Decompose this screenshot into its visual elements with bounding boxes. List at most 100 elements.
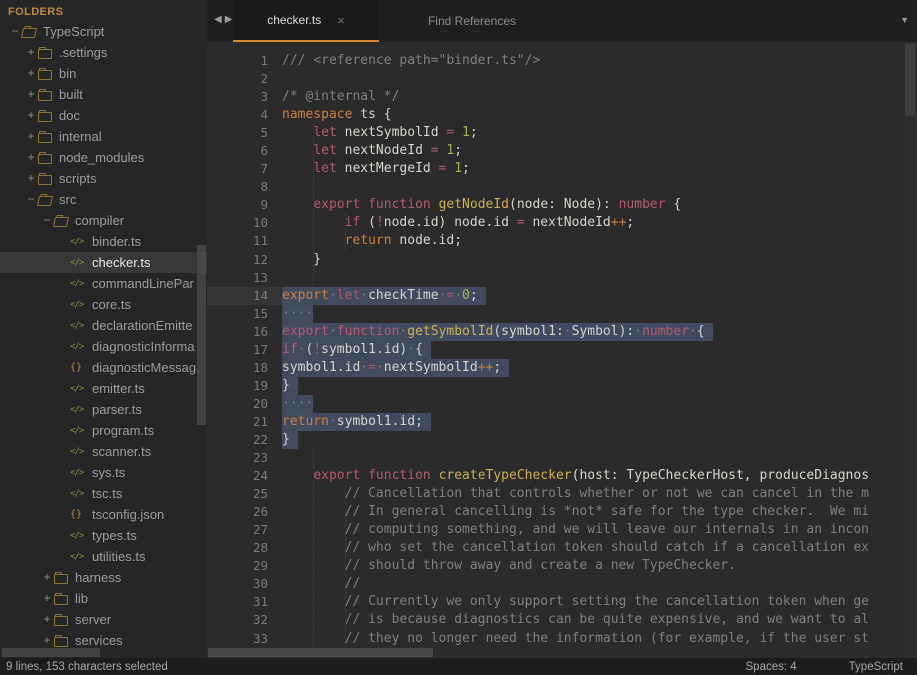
tree-item-lib[interactable]: +lib	[0, 588, 207, 609]
tree-item-tsconfig-json[interactable]: {}tsconfig.json	[0, 504, 207, 525]
line-number[interactable]: 32	[207, 611, 282, 629]
code-line-17[interactable]: 17if·(!symbol1.id)·{	[207, 341, 917, 359]
tree-item-internal[interactable]: +internal	[0, 126, 207, 147]
code-line-2[interactable]: 2	[207, 70, 917, 88]
editor[interactable]: 1/// <reference path="binder.ts"/>23/* @…	[207, 42, 917, 658]
tree-item-parser-ts[interactable]: </>parser.ts	[0, 399, 207, 420]
indent-settings-button[interactable]: Spaces: 4	[746, 661, 797, 673]
tree-item-binder-ts[interactable]: </>binder.ts	[0, 231, 207, 252]
tree-item-utilities-ts[interactable]: </>utilities.ts	[0, 546, 207, 567]
line-number[interactable]: 16	[207, 323, 282, 341]
code-line-13[interactable]: 13	[207, 269, 917, 287]
code-line-20[interactable]: 20····	[207, 395, 917, 413]
code-line-16[interactable]: 16export·function·getSymbolId(symbol1:·S…	[207, 323, 917, 341]
expander-icon[interactable]: +	[40, 609, 54, 630]
expander-icon[interactable]: +	[40, 567, 54, 588]
line-number[interactable]: 11	[207, 232, 282, 250]
expander-icon[interactable]: −	[24, 189, 38, 210]
tree-item-typescript[interactable]: −TypeScript	[0, 21, 207, 42]
code-line-26[interactable]: 26 // In general cancelling is *not* saf…	[207, 503, 917, 521]
code-line-18[interactable]: 18symbol1.id·=·nextSymbolId++;	[207, 359, 917, 377]
tree-item-types-ts[interactable]: </>types.ts	[0, 525, 207, 546]
tree-item-scripts[interactable]: +scripts	[0, 168, 207, 189]
line-number[interactable]: 29	[207, 557, 282, 575]
code-line-31[interactable]: 31 // Currently we only support setting …	[207, 593, 917, 611]
line-number[interactable]: 20	[207, 395, 282, 413]
code-line-7[interactable]: 7 let nextMergeId = 1;	[207, 160, 917, 178]
code-line-23[interactable]: 23	[207, 449, 917, 467]
code-line-1[interactable]: 1/// <reference path="binder.ts"/>	[207, 52, 917, 70]
tab-nav-left-icon[interactable]: ◀	[214, 14, 225, 25]
tab-find-references[interactable]: Find References	[379, 0, 565, 42]
code-line-5[interactable]: 5 let nextSymbolId = 1;	[207, 124, 917, 142]
line-number[interactable]: 19	[207, 377, 282, 395]
line-number[interactable]: 18	[207, 359, 282, 377]
code-line-25[interactable]: 25 // Cancellation that controls whether…	[207, 485, 917, 503]
code-line-32[interactable]: 32 // is because diagnostics can be quit…	[207, 611, 917, 629]
code-line-19[interactable]: 19}	[207, 377, 917, 395]
expander-icon[interactable]: +	[40, 588, 54, 609]
line-number[interactable]: 3	[207, 88, 282, 106]
expander-icon[interactable]: +	[24, 147, 38, 168]
expander-icon[interactable]: +	[24, 84, 38, 105]
tree-item-diagnosticmessag[interactable]: {}diagnosticMessag	[0, 357, 207, 378]
tree-item-program-ts[interactable]: </>program.ts	[0, 420, 207, 441]
code-line-30[interactable]: 30 //	[207, 575, 917, 593]
line-number[interactable]: 26	[207, 503, 282, 521]
tab-overflow-dropdown-icon[interactable]: ▼	[900, 15, 909, 25]
tree-item-doc[interactable]: +doc	[0, 105, 207, 126]
tree-item-built[interactable]: +built	[0, 84, 207, 105]
line-number[interactable]: 28	[207, 539, 282, 557]
code-line-33[interactable]: 33 // they no longer need the informatio…	[207, 630, 917, 648]
editor-vertical-scrollbar[interactable]	[902, 42, 917, 658]
expander-icon[interactable]: −	[8, 21, 22, 42]
line-number[interactable]: 10	[207, 214, 282, 232]
line-number[interactable]: 30	[207, 575, 282, 593]
line-number[interactable]: 21	[207, 413, 282, 431]
line-number[interactable]: 5	[207, 124, 282, 142]
close-icon[interactable]: ×	[337, 14, 345, 27]
tree-item-tsc-ts[interactable]: </>tsc.ts	[0, 483, 207, 504]
line-number[interactable]: 12	[207, 251, 282, 269]
expander-icon[interactable]: +	[24, 168, 38, 189]
line-number[interactable]: 4	[207, 106, 282, 124]
sidebar-vertical-scrollbar[interactable]	[197, 245, 206, 425]
line-number[interactable]: 22	[207, 431, 282, 449]
code-line-6[interactable]: 6 let nextNodeId = 1;	[207, 142, 917, 160]
line-number[interactable]: 24	[207, 467, 282, 485]
line-number[interactable]: 7	[207, 160, 282, 178]
line-number[interactable]: 25	[207, 485, 282, 503]
tree-item-commandlinepar[interactable]: </>commandLinePar	[0, 273, 207, 294]
line-number[interactable]: 8	[207, 178, 282, 196]
code-line-28[interactable]: 28 // who set the cancellation token sho…	[207, 539, 917, 557]
code-line-15[interactable]: 15····	[207, 305, 917, 323]
tree-item-declarationemitte[interactable]: </>declarationEmitte	[0, 315, 207, 336]
syntax-selector-button[interactable]: TypeScript	[849, 661, 903, 673]
line-number[interactable]: 23	[207, 449, 282, 467]
line-number[interactable]: 17	[207, 341, 282, 359]
code-line-29[interactable]: 29 // should throw away and create a new…	[207, 557, 917, 575]
code-line-12[interactable]: 12 }	[207, 251, 917, 269]
sidebar-horizontal-scrollbar[interactable]	[2, 648, 100, 657]
code-line-21[interactable]: 21return·symbol1.id;	[207, 413, 917, 431]
line-number[interactable]: 27	[207, 521, 282, 539]
expander-icon[interactable]: +	[24, 63, 38, 84]
line-number[interactable]: 14	[207, 287, 282, 305]
tree-item-src[interactable]: −src	[0, 189, 207, 210]
tree-item-diagnosticinforma[interactable]: </>diagnosticInforma	[0, 336, 207, 357]
line-number[interactable]: 6	[207, 142, 282, 160]
tree-item-server[interactable]: +server	[0, 609, 207, 630]
code-line-10[interactable]: 10 if (!node.id) node.id = nextNodeId++;	[207, 214, 917, 232]
tree-item-sys-ts[interactable]: </>sys.ts	[0, 462, 207, 483]
expander-icon[interactable]: +	[24, 105, 38, 126]
tree-item-settings[interactable]: +.settings	[0, 42, 207, 63]
expander-icon[interactable]: −	[40, 210, 54, 231]
code-line-14[interactable]: 14export·let·checkTime·=·0;	[207, 287, 917, 305]
editor-vertical-scrollbar-thumb[interactable]	[905, 44, 915, 116]
editor-horizontal-scrollbar[interactable]	[208, 648, 433, 657]
code-line-11[interactable]: 11 return node.id;	[207, 232, 917, 250]
line-number[interactable]: 31	[207, 593, 282, 611]
code-line-8[interactable]: 8	[207, 178, 917, 196]
tree-item-bin[interactable]: +bin	[0, 63, 207, 84]
code-line-22[interactable]: 22}	[207, 431, 917, 449]
